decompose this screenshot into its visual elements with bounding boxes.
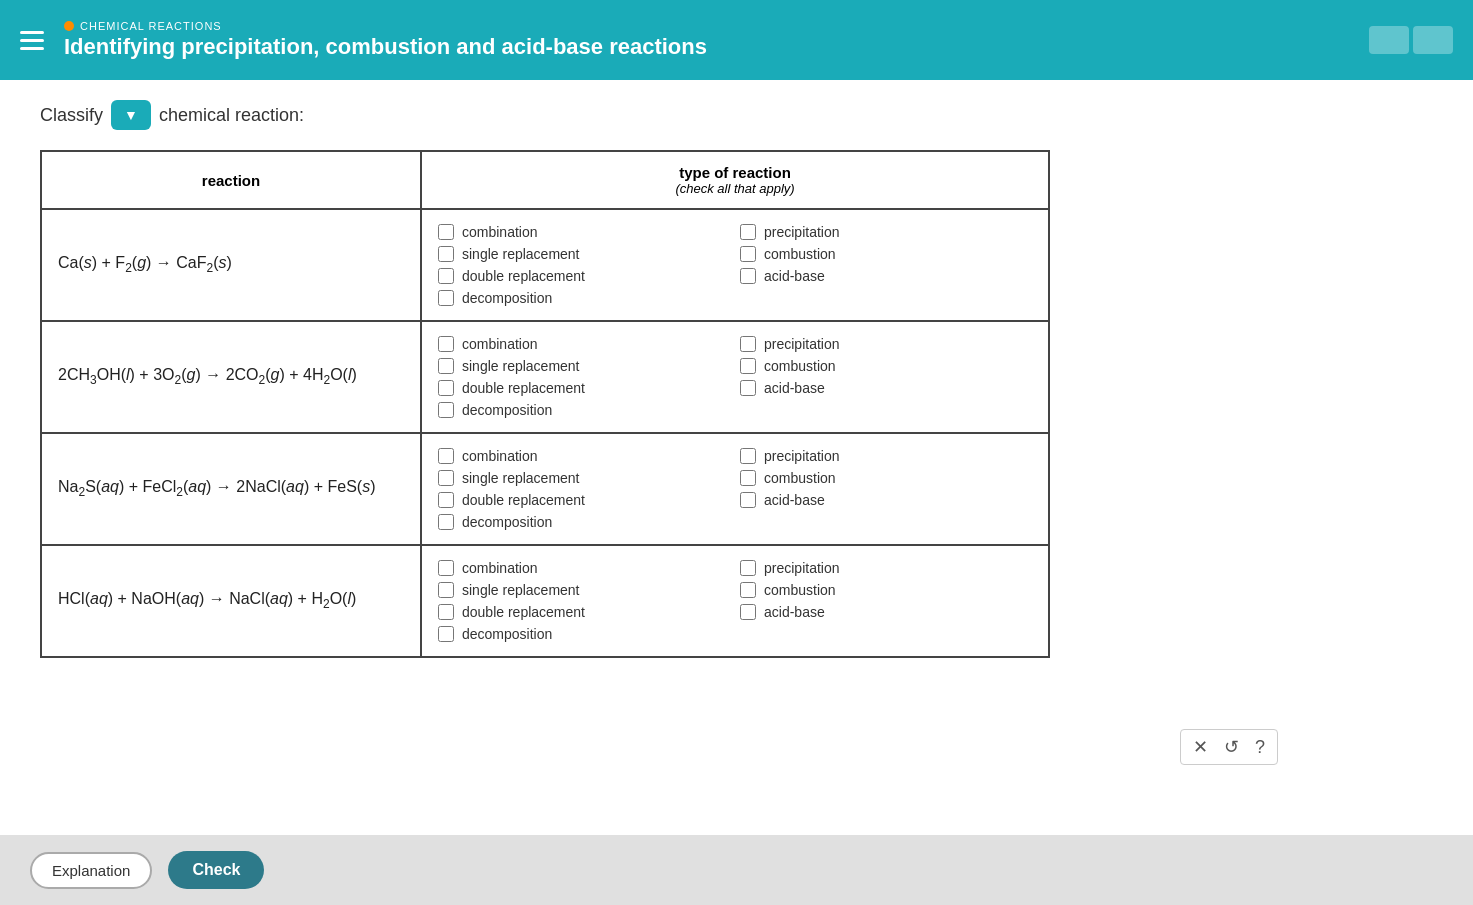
checkbox-single-replacement-row2[interactable] bbox=[438, 358, 454, 374]
help-icon[interactable]: ? bbox=[1255, 737, 1265, 758]
option-precipitation-row4: precipitation bbox=[740, 560, 1032, 576]
checkbox-decomposition-row4[interactable] bbox=[438, 626, 454, 642]
checkbox-combination-row3[interactable] bbox=[438, 448, 454, 464]
undo-icon[interactable]: ↺ bbox=[1224, 736, 1239, 758]
header-btn-2[interactable] bbox=[1413, 26, 1453, 54]
checkbox-combination-row4[interactable] bbox=[438, 560, 454, 576]
options-cell-3: combination precipitation single replaceme… bbox=[421, 433, 1049, 545]
options-cell-4: combination precipitation single replaceme… bbox=[421, 545, 1049, 657]
checkbox-combustion-row2[interactable] bbox=[740, 358, 756, 374]
option-precipitation-row1: precipitation bbox=[740, 224, 1032, 240]
reaction-cell-4: HCl(aq) + NaOH(aq) → NaCl(aq) + H2O(l) bbox=[41, 545, 421, 657]
option-combustion-row4: combustion bbox=[740, 582, 1032, 598]
option-decomposition-row4: decomposition bbox=[438, 626, 730, 642]
checkbox-combination-row2[interactable] bbox=[438, 336, 454, 352]
checkbox-single-replacement-row1[interactable] bbox=[438, 246, 454, 262]
option-acid-base-row4: acid-base bbox=[740, 604, 1032, 620]
checkbox-combination-row1[interactable] bbox=[438, 224, 454, 240]
checkbox-double-replacement-row2[interactable] bbox=[438, 380, 454, 396]
option-combination-row2: combination bbox=[438, 336, 730, 352]
col-type-header: type of reaction (check all that apply) bbox=[421, 151, 1049, 209]
option-combustion-row2: combustion bbox=[740, 358, 1032, 374]
page-title: Identifying precipitation, combustion an… bbox=[64, 34, 707, 60]
option-decomposition-row2: decomposition bbox=[438, 402, 730, 418]
bottom-icons-bar: ✕ ↺ ? bbox=[1180, 729, 1278, 765]
option-precipitation-row3: precipitation bbox=[740, 448, 1032, 464]
option-double-replacement-row2: double replacement bbox=[438, 380, 730, 396]
option-combination-row4: combination bbox=[438, 560, 730, 576]
reaction-cell-3: Na2S(aq) + FeCl2(aq) → 2NaCl(aq) + FeS(s… bbox=[41, 433, 421, 545]
checkbox-single-replacement-row4[interactable] bbox=[438, 582, 454, 598]
reaction-table: reaction type of reaction (check all tha… bbox=[40, 150, 1050, 658]
classify-prefix: Classify bbox=[40, 105, 103, 126]
option-acid-base-row1: acid-base bbox=[740, 268, 1032, 284]
option-acid-base-row3: acid-base bbox=[740, 492, 1032, 508]
option-double-replacement-row1: double replacement bbox=[438, 268, 730, 284]
checkbox-acid-base-row1[interactable] bbox=[740, 268, 756, 284]
option-combination-row3: combination bbox=[438, 448, 730, 464]
checkbox-decomposition-row3[interactable] bbox=[438, 514, 454, 530]
checkbox-acid-base-row2[interactable] bbox=[740, 380, 756, 396]
header-btn-1[interactable] bbox=[1369, 26, 1409, 54]
col-reaction-header: reaction bbox=[41, 151, 421, 209]
check-button[interactable]: Check bbox=[168, 851, 264, 889]
checkbox-combustion-row4[interactable] bbox=[740, 582, 756, 598]
reaction-cell-2: 2CH3OH(l) + 3O2(g) → 2CO2(g) + 4H2O(l) bbox=[41, 321, 421, 433]
options-grid-1: combination precipitation single replaceme… bbox=[438, 224, 1032, 306]
close-icon[interactable]: ✕ bbox=[1193, 736, 1208, 758]
option-combustion-row3: combustion bbox=[740, 470, 1032, 486]
options-grid-3: combination precipitation single replaceme… bbox=[438, 448, 1032, 530]
checkbox-precipitation-row4[interactable] bbox=[740, 560, 756, 576]
checkbox-double-replacement-row4[interactable] bbox=[438, 604, 454, 620]
option-single-replacement-row2: single replacement bbox=[438, 358, 730, 374]
option-decomposition-row3: decomposition bbox=[438, 514, 730, 530]
checkbox-combustion-row1[interactable] bbox=[740, 246, 756, 262]
option-double-replacement-row3: double replacement bbox=[438, 492, 730, 508]
option-double-replacement-row4: double replacement bbox=[438, 604, 730, 620]
checkbox-double-replacement-row1[interactable] bbox=[438, 268, 454, 284]
header-subtitle: CHEMICAL REACTIONS bbox=[64, 20, 707, 32]
option-single-replacement-row1: single replacement bbox=[438, 246, 730, 262]
header-left: CHEMICAL REACTIONS Identifying precipita… bbox=[20, 20, 707, 60]
option-combination-row1: combination bbox=[438, 224, 730, 240]
option-acid-base-row2: acid-base bbox=[740, 380, 1032, 396]
options-cell-1: combination precipitation single replaceme… bbox=[421, 209, 1049, 321]
checkbox-decomposition-row1[interactable] bbox=[438, 290, 454, 306]
checkbox-acid-base-row3[interactable] bbox=[740, 492, 756, 508]
checkbox-single-replacement-row3[interactable] bbox=[438, 470, 454, 486]
header-title-area: CHEMICAL REACTIONS Identifying precipita… bbox=[64, 20, 707, 60]
option-decomposition-row1: decomposition bbox=[438, 290, 730, 306]
option-precipitation-row2: precipitation bbox=[740, 336, 1032, 352]
option-single-replacement-row4: single replacement bbox=[438, 582, 730, 598]
course-label: CHEMICAL REACTIONS bbox=[80, 20, 222, 32]
classify-suffix: chemical reaction: bbox=[159, 105, 304, 126]
header-right bbox=[1369, 26, 1453, 54]
checkbox-precipitation-row1[interactable] bbox=[740, 224, 756, 240]
checkbox-precipitation-row2[interactable] bbox=[740, 336, 756, 352]
options-grid-4: combination precipitation single replaceme… bbox=[438, 560, 1032, 642]
main-content: Classify ▼ chemical reaction: reaction t… bbox=[0, 80, 1473, 840]
explanation-button[interactable]: Explanation bbox=[30, 852, 152, 889]
chevron-down-icon: ▼ bbox=[124, 107, 138, 123]
header: CHEMICAL REACTIONS Identifying precipita… bbox=[0, 0, 1473, 80]
reaction-cell-1: Ca(s) + F2(g) → CaF2(s) bbox=[41, 209, 421, 321]
hamburger-menu[interactable] bbox=[20, 31, 44, 50]
option-combustion-row1: combustion bbox=[740, 246, 1032, 262]
checkbox-acid-base-row4[interactable] bbox=[740, 604, 756, 620]
options-cell-2: combination precipitation single replaceme… bbox=[421, 321, 1049, 433]
checkbox-combustion-row3[interactable] bbox=[740, 470, 756, 486]
classify-row: Classify ▼ chemical reaction: bbox=[40, 100, 1433, 130]
checkbox-double-replacement-row3[interactable] bbox=[438, 492, 454, 508]
orange-dot-icon bbox=[64, 21, 74, 31]
action-bar: Explanation Check bbox=[0, 835, 1473, 905]
options-grid-2: combination precipitation single replaceme… bbox=[438, 336, 1032, 418]
checkbox-precipitation-row3[interactable] bbox=[740, 448, 756, 464]
option-single-replacement-row3: single replacement bbox=[438, 470, 730, 486]
checkbox-decomposition-row2[interactable] bbox=[438, 402, 454, 418]
dropdown-button[interactable]: ▼ bbox=[111, 100, 151, 130]
